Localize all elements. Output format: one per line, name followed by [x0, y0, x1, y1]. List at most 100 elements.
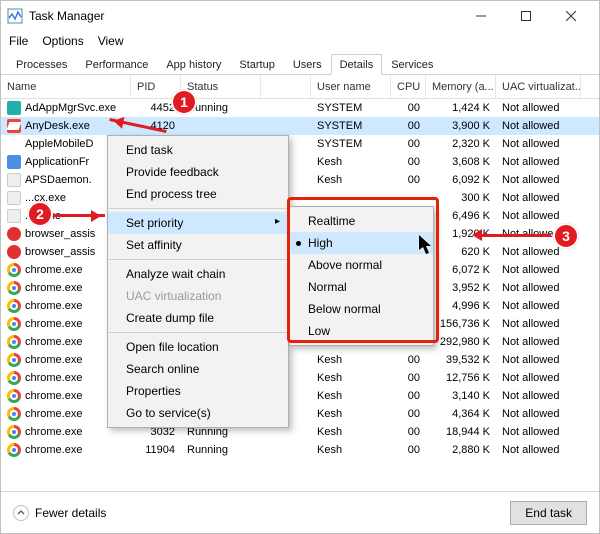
col-memory[interactable]: Memory (a... [426, 75, 496, 98]
process-uac: Not allowed [496, 264, 581, 276]
menu-item[interactable]: Set priority▸ [108, 212, 288, 234]
process-user: SYSTEM [311, 120, 391, 132]
table-row[interactable]: AppleMobileDSYSTEM002,320 KNot allowed [1, 135, 599, 153]
tab-processes[interactable]: Processes [7, 54, 76, 74]
close-button[interactable] [548, 1, 593, 31]
menu-item[interactable]: End task [108, 139, 288, 161]
process-name: chrome.exe [25, 264, 82, 276]
process-uac: Not allowed [496, 210, 581, 222]
process-memory: 1,424 K [426, 102, 496, 114]
col-cpu[interactable]: CPU [391, 75, 426, 98]
process-uac: Not allowed [496, 138, 581, 150]
table-row[interactable]: chrome.exe2652RunningKesh003,140 KNot al… [1, 387, 599, 405]
col-name[interactable]: Name [1, 75, 131, 98]
callout-arrow-2 [53, 214, 105, 217]
submenu-label: High [308, 236, 333, 250]
table-row[interactable]: AnyDesk.exe4120SYSTEM003,900 KNot allowe… [1, 117, 599, 135]
tab-services[interactable]: Services [382, 54, 442, 74]
process-pid: 11904 [131, 444, 181, 456]
table-row[interactable]: chrome.exe11904RunningKesh002,880 KNot a… [1, 441, 599, 459]
end-task-button[interactable]: End task [510, 501, 587, 525]
submenu-item[interactable]: Normal [290, 276, 433, 298]
window-title: Task Manager [29, 9, 458, 23]
menu-item[interactable]: Go to service(s) [108, 402, 288, 424]
process-cpu: 00 [391, 120, 426, 132]
tab-app-history[interactable]: App history [157, 54, 230, 74]
tab-performance[interactable]: Performance [76, 54, 157, 74]
process-cpu: 00 [391, 408, 426, 420]
tab-startup[interactable]: Startup [230, 54, 283, 74]
maximize-button[interactable] [503, 1, 548, 31]
process-memory: 4,364 K [426, 408, 496, 420]
table-row[interactable]: chrome.exe3032RunningKesh0018,944 KNot a… [1, 423, 599, 441]
process-uac: Not allowed [496, 444, 581, 456]
menu-item[interactable]: Properties [108, 380, 288, 402]
menu-item[interactable]: Set affinity [108, 234, 288, 256]
process-uac: Not allowed [496, 354, 581, 366]
footer: Fewer details End task [1, 491, 599, 533]
menu-item[interactable]: Search online [108, 358, 288, 380]
table-row[interactable]: ...cx.exe300 KNot allowed [1, 189, 599, 207]
fewer-details-label: Fewer details [35, 506, 106, 520]
table-row[interactable]: chrome.exe7532RunningKesh004,364 KNot al… [1, 405, 599, 423]
table-row[interactable]: APSDaemon.Kesh006,092 KNot allowed [1, 171, 599, 189]
table-row[interactable]: ApplicationFrKesh003,608 KNot allowed [1, 153, 599, 171]
process-memory: 300 K [426, 192, 496, 204]
col-username[interactable]: User name [311, 75, 391, 98]
process-name: APSDaemon. [25, 174, 92, 186]
menu-file[interactable]: File [9, 34, 28, 48]
submenu-item[interactable]: Realtime [290, 210, 433, 232]
process-name: chrome.exe [25, 426, 82, 438]
process-memory: 6,496 K [426, 210, 496, 222]
tab-details[interactable]: Details [331, 54, 383, 75]
menu-options[interactable]: Options [42, 34, 83, 48]
process-icon [7, 173, 21, 187]
process-name: chrome.exe [25, 372, 82, 384]
submenu-arrow-icon: ▸ [275, 216, 280, 227]
submenu-label: Above normal [308, 258, 382, 272]
submenu-item[interactable]: Above normal [290, 254, 433, 276]
menu-view[interactable]: View [98, 34, 124, 48]
process-cpu: 00 [391, 372, 426, 384]
minimize-button[interactable] [458, 1, 503, 31]
table-row[interactable]: AdAppMgrSvc.exe4452RunningSYSTEM001,424 … [1, 99, 599, 117]
process-memory: 292,980 K [426, 336, 496, 348]
menu-item[interactable]: End process tree [108, 183, 288, 205]
task-manager-icon [7, 8, 23, 24]
col-uac[interactable]: UAC virtualizat... [496, 75, 581, 98]
priority-submenu[interactable]: Realtime High Above normal NormalBelow norm… [289, 206, 434, 346]
context-menu[interactable]: End taskProvide feedbackEnd process tree… [107, 135, 289, 428]
process-user: Kesh [311, 390, 391, 402]
process-memory: 18,944 K [426, 426, 496, 438]
menu-item[interactable]: Create dump file [108, 307, 288, 329]
process-uac: Not allowed [496, 282, 581, 294]
table-row[interactable]: chrome.exeKesh0039,532 KNot allowed [1, 351, 599, 369]
menu-item[interactable]: Provide feedback [108, 161, 288, 183]
tab-users[interactable]: Users [284, 54, 331, 74]
process-uac: Not allowed [496, 390, 581, 402]
process-name: AdAppMgrSvc.exe [25, 102, 116, 114]
titlebar: Task Manager [1, 1, 599, 31]
selected-dot-icon [296, 241, 301, 246]
menu-item[interactable]: Open file location [108, 336, 288, 358]
process-name: browser_assis [25, 246, 95, 258]
submenu-item[interactable]: High [290, 232, 433, 254]
fewer-details-toggle[interactable]: Fewer details [13, 505, 106, 521]
menu-separator [109, 259, 287, 260]
process-name: chrome.exe [25, 336, 82, 348]
process-memory: 620 K [426, 246, 496, 258]
process-icon [7, 407, 21, 421]
process-name: chrome.exe [25, 318, 82, 330]
process-name: chrome.exe [25, 444, 82, 456]
submenu-item[interactable]: Below normal [290, 298, 433, 320]
process-memory: 3,608 K [426, 156, 496, 168]
menu-item[interactable]: Analyze wait chain [108, 263, 288, 285]
process-name: chrome.exe [25, 282, 82, 294]
process-cpu: 00 [391, 354, 426, 366]
submenu-item[interactable]: Low [290, 320, 433, 342]
process-icon [7, 425, 21, 439]
process-cpu: 00 [391, 138, 426, 150]
process-user: Kesh [311, 444, 391, 456]
process-cpu: 00 [391, 426, 426, 438]
table-row[interactable]: chrome.exe2960RunningKesh0012,756 KNot a… [1, 369, 599, 387]
